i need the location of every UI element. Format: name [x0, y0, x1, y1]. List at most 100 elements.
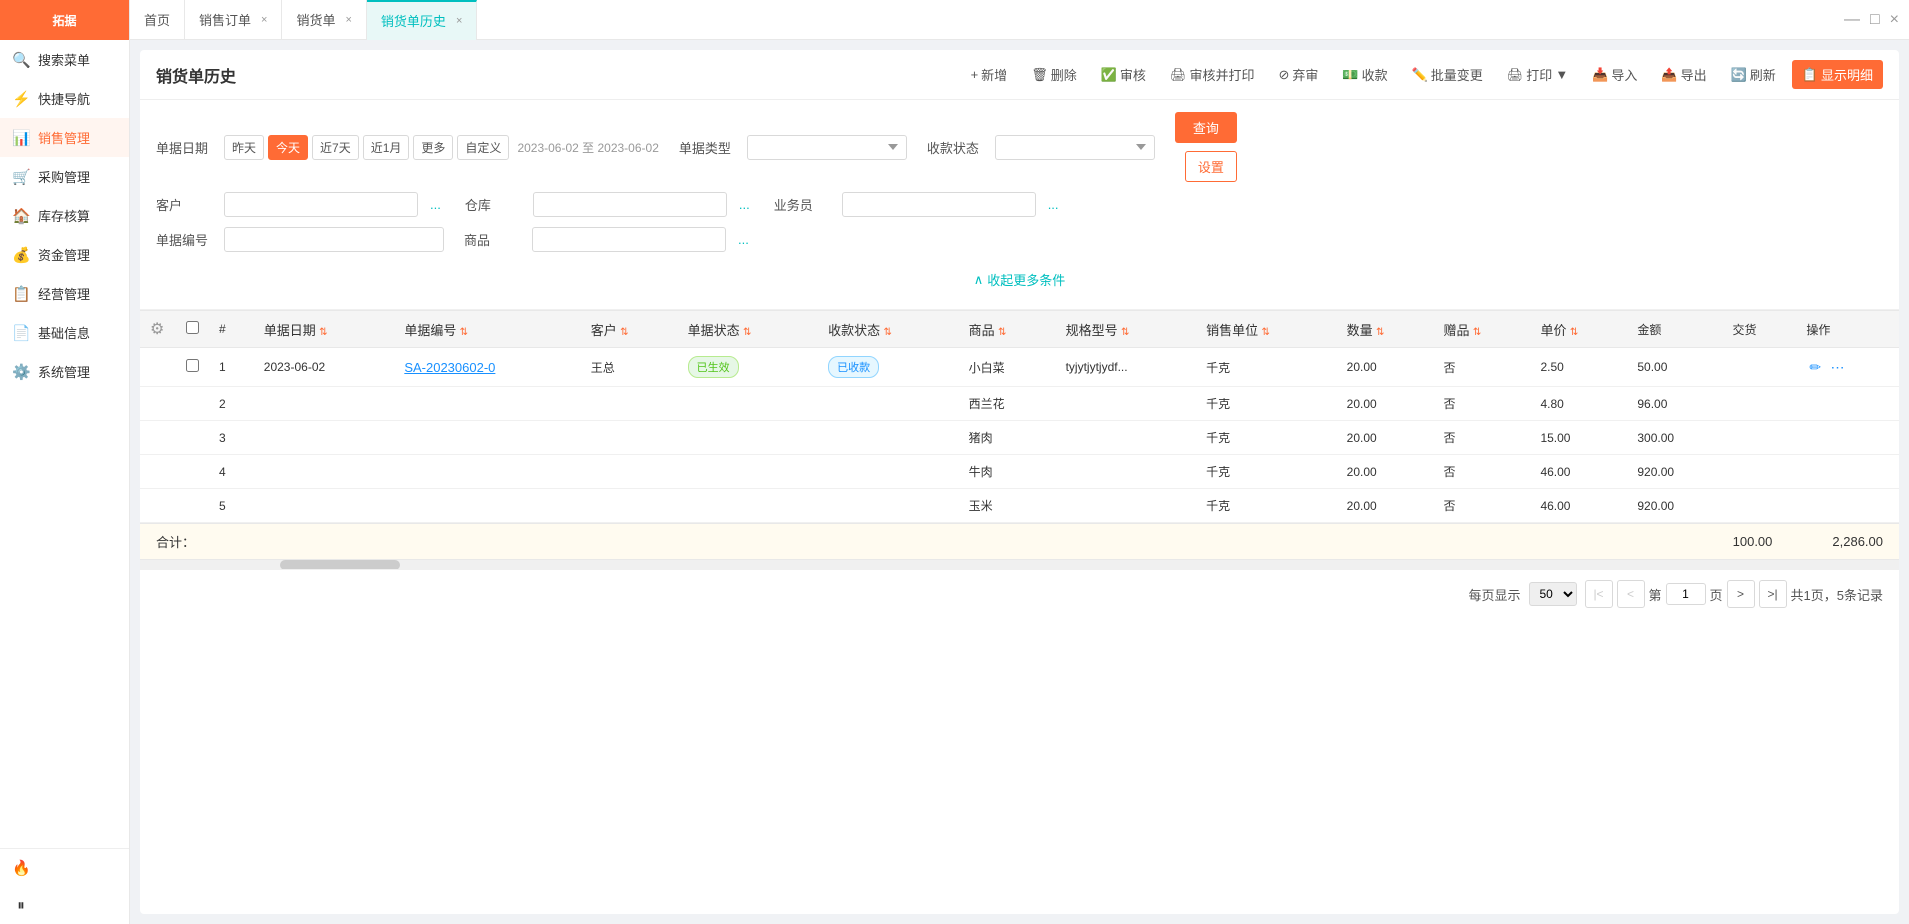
sidebar-item-basic-info[interactable]: 📄 基础信息	[0, 313, 129, 352]
col-gift[interactable]: 赠品 ⇅	[1434, 311, 1531, 348]
export-button[interactable]: 📤 导出	[1653, 60, 1714, 89]
col-qty[interactable]: 数量 ⇅	[1337, 311, 1434, 348]
warehouse-ellipsis[interactable]: ...	[735, 197, 754, 212]
cell-action	[1796, 455, 1899, 489]
sidebar-item-purchase[interactable]: 🛒 采购管理	[0, 157, 129, 196]
sidebar-fire-btn[interactable]: 🔥	[0, 849, 129, 887]
sidebar-item-search[interactable]: 🔍 搜索菜单	[0, 40, 129, 79]
tab-sales-delivery-close[interactable]: ×	[345, 14, 351, 26]
cell-checkbox[interactable]	[176, 489, 209, 523]
gift-sort-icon[interactable]: ⇅	[1473, 327, 1481, 338]
batch-change-button[interactable]: ✏️ 批量变更	[1404, 60, 1491, 89]
salesperson-ellipsis[interactable]: ...	[1044, 197, 1063, 212]
customer-sort-icon[interactable]: ⇅	[620, 327, 628, 338]
salesperson-input[interactable]	[842, 192, 1036, 217]
tab-sales-delivery[interactable]: 销货单 ×	[282, 0, 366, 40]
horizontal-scrollbar[interactable]	[140, 559, 1899, 569]
goods-ellipsis[interactable]: ...	[734, 232, 753, 247]
cell-checkbox[interactable]	[176, 348, 209, 387]
col-action: 操作	[1796, 311, 1899, 348]
date-btn-today[interactable]: 今天	[268, 135, 308, 160]
col-settings[interactable]: ⚙	[140, 311, 176, 348]
set-button[interactable]: 设置	[1185, 151, 1237, 182]
col-customer[interactable]: 客户 ⇅	[581, 311, 678, 348]
settings-icon[interactable]: ⚙	[150, 321, 164, 338]
cell-checkbox[interactable]	[176, 421, 209, 455]
refresh-button[interactable]: 🔄 刷新	[1723, 60, 1784, 89]
tab-sales-order-close[interactable]: ×	[261, 14, 267, 26]
cell-gift: 否	[1434, 455, 1531, 489]
customer-ellipsis[interactable]: ...	[426, 197, 445, 212]
edit-action-icon[interactable]: ✏	[1809, 359, 1821, 375]
audit-print-button[interactable]: 🖨 审核并打印	[1162, 60, 1263, 89]
col-doc-status[interactable]: 单据状态 ⇅	[678, 311, 819, 348]
cell-checkbox[interactable]	[176, 387, 209, 421]
discard-button[interactable]: ⊘ 弃审	[1270, 60, 1326, 89]
unit-sort-icon[interactable]: ⇅	[1261, 327, 1269, 338]
cell-checkbox[interactable]	[176, 455, 209, 489]
tab-home[interactable]: 首页	[130, 0, 185, 40]
row-checkbox[interactable]	[186, 359, 199, 372]
col-price[interactable]: 单价 ⇅	[1530, 311, 1627, 348]
page-container: 销货单历史 + 新增 🗑 删除 ✅ 审核 🖨	[140, 50, 1899, 914]
audit-button[interactable]: ✅ 审核	[1093, 60, 1154, 89]
page-last-btn[interactable]: >|	[1759, 580, 1787, 608]
import-button[interactable]: 📥 导入	[1584, 60, 1645, 89]
tab-sales-history[interactable]: 销货单历史 ×	[367, 0, 477, 40]
page-next-btn[interactable]: >	[1727, 580, 1755, 608]
select-all-checkbox[interactable]	[186, 321, 199, 334]
col-spec[interactable]: 规格型号 ⇅	[1056, 311, 1197, 348]
docno-input[interactable]	[224, 227, 444, 252]
cell-customer	[581, 455, 678, 489]
warehouse-input[interactable]	[533, 192, 727, 217]
window-close-btn[interactable]: ×	[1890, 11, 1899, 29]
col-doc-no[interactable]: 单据编号 ⇅	[394, 311, 580, 348]
sidebar-item-operations[interactable]: 📋 经营管理	[0, 274, 129, 313]
col-doc-date[interactable]: 单据日期 ⇅	[254, 311, 395, 348]
sidebar-item-quicknav[interactable]: ⚡ 快捷导航	[0, 79, 129, 118]
date-btn-more[interactable]: 更多	[413, 135, 453, 160]
page-first-btn[interactable]: |<	[1585, 580, 1613, 608]
pay-status-sort-icon[interactable]: ⇅	[884, 327, 892, 338]
goods-input[interactable]	[532, 227, 726, 252]
pay-status-select[interactable]	[995, 135, 1155, 160]
show-detail-label: 显示明细	[1821, 65, 1873, 84]
sidebar-item-system[interactable]: ⚙️ 系统管理	[0, 352, 129, 391]
sidebar-item-inventory[interactable]: 🏠 库存核算	[0, 196, 129, 235]
qty-sort-icon[interactable]: ⇅	[1376, 327, 1384, 338]
collect-button[interactable]: 💵 收款	[1334, 60, 1395, 89]
tab-sales-history-close[interactable]: ×	[456, 15, 462, 27]
more-action-icon[interactable]: ⋯	[1830, 359, 1844, 375]
sidebar-pause-btn[interactable]: ⏸	[0, 887, 129, 924]
doc-type-select[interactable]	[747, 135, 907, 160]
delete-button[interactable]: 🗑 删除	[1023, 60, 1085, 89]
page-prev-btn[interactable]: <	[1617, 580, 1645, 608]
sidebar-item-sales[interactable]: 📊 销售管理	[0, 118, 129, 157]
goods-sort-icon[interactable]: ⇅	[998, 327, 1006, 338]
col-goods[interactable]: 商品 ⇅	[959, 311, 1056, 348]
doc-no-sort-icon[interactable]: ⇅	[460, 327, 468, 338]
minimize-btn[interactable]: —	[1844, 11, 1860, 29]
query-button[interactable]: 查询	[1175, 112, 1237, 143]
print-button[interactable]: 🖨 打印 ▼	[1499, 60, 1576, 89]
date-btn-1month[interactable]: 近1月	[363, 135, 410, 160]
col-pay-status[interactable]: 收款状态 ⇅	[818, 311, 959, 348]
maximize-btn[interactable]: □	[1870, 11, 1880, 29]
doc-date-sort-icon[interactable]: ⇅	[319, 327, 327, 338]
col-unit[interactable]: 销售单位 ⇅	[1196, 311, 1337, 348]
show-detail-button[interactable]: 📋 显示明细	[1792, 60, 1883, 89]
new-button[interactable]: + 新增	[963, 60, 1016, 89]
doc-status-sort-icon[interactable]: ⇅	[743, 327, 751, 338]
sidebar-item-finance[interactable]: 💰 资金管理	[0, 235, 129, 274]
page-input[interactable]	[1666, 583, 1706, 605]
date-btn-yesterday[interactable]: 昨天	[224, 135, 264, 160]
spec-sort-icon[interactable]: ⇅	[1121, 327, 1129, 338]
price-sort-icon[interactable]: ⇅	[1570, 327, 1578, 338]
date-btn-7days[interactable]: 近7天	[312, 135, 359, 160]
doc-no-link[interactable]: SA-20230602-0	[404, 360, 495, 375]
date-btn-custom[interactable]: 自定义	[457, 135, 509, 160]
collapse-button[interactable]: ∧ 收起更多条件	[974, 266, 1066, 293]
tab-sales-order[interactable]: 销售订单 ×	[185, 0, 282, 40]
per-page-select[interactable]: 50	[1529, 582, 1577, 606]
customer-input[interactable]	[224, 192, 418, 217]
